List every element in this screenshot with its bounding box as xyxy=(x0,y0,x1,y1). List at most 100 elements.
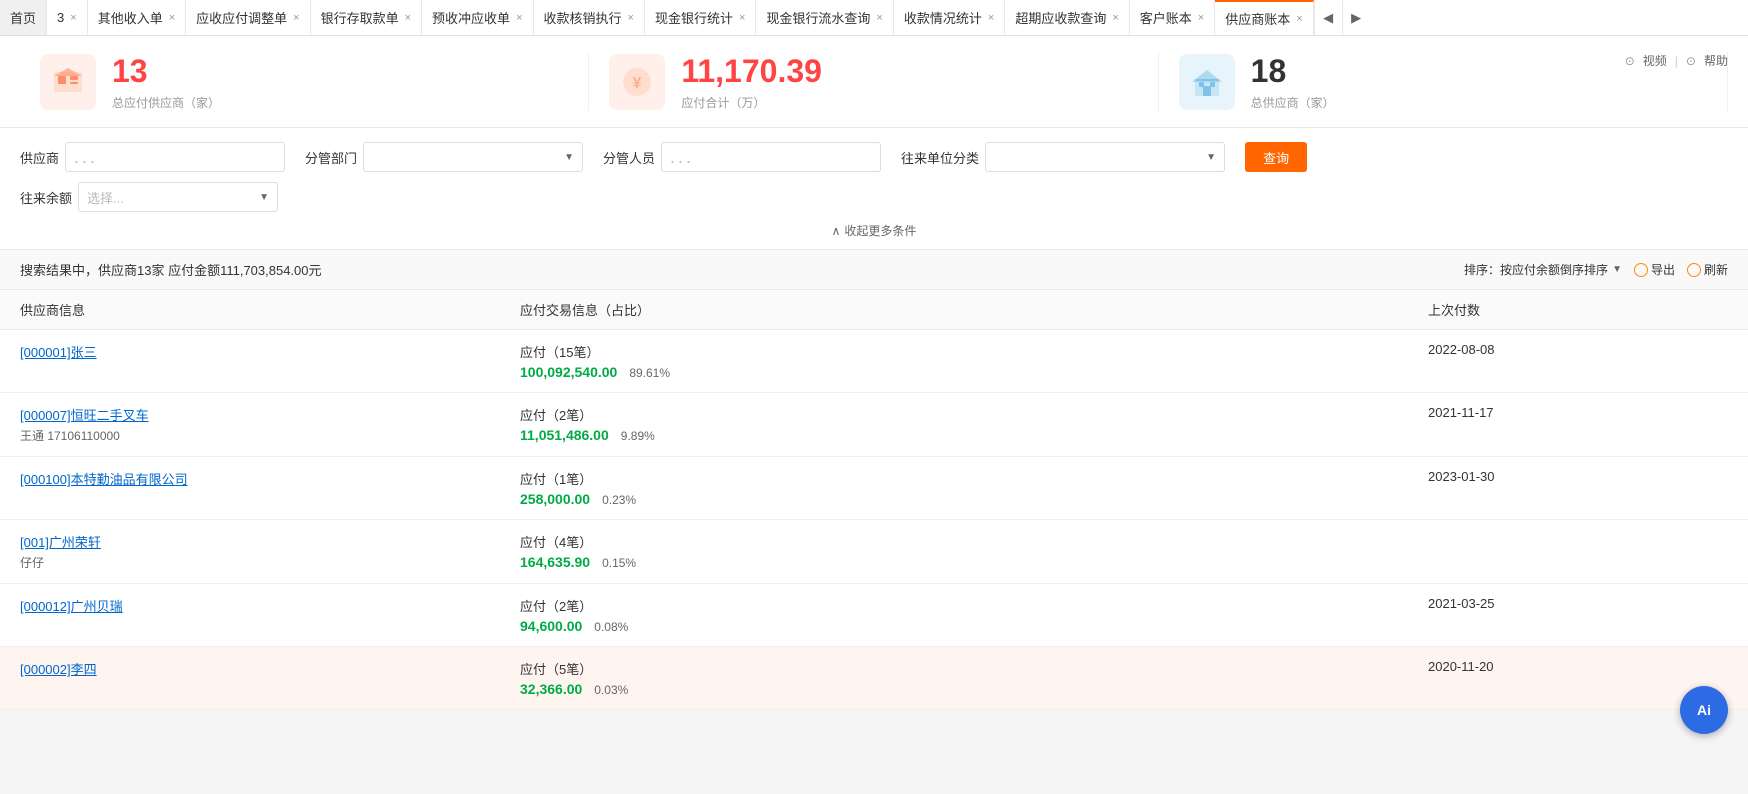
chevron-down-icon: ▼ xyxy=(259,192,269,203)
close-icon[interactable]: × xyxy=(1198,12,1204,24)
person-dots: ... xyxy=(670,147,694,168)
transaction-pct: 9.89% xyxy=(621,429,655,443)
nav-tab-label: 3 xyxy=(57,10,64,25)
close-icon[interactable]: × xyxy=(293,12,299,24)
transaction-cell: 应付（4笔） 164,635.90 0.15% xyxy=(520,532,1428,570)
nav-tab-customer-ledger[interactable]: 客户账本 × xyxy=(1130,0,1215,35)
refresh-label: 刷新 xyxy=(1704,261,1728,278)
balance-select[interactable]: 选择... ▼ xyxy=(78,182,278,212)
filter-section: 供应商 ... 分管部门 ▼ 分管人员 ... 往来单位分类 ▼ 查询 xyxy=(0,128,1748,250)
close-icon[interactable]: × xyxy=(169,12,175,24)
nav-prev-button[interactable]: ◀ xyxy=(1314,0,1342,36)
table-row: [000100]本特勤油品有限公司 应付（1笔） 258,000.00 0.23… xyxy=(0,457,1748,520)
query-button[interactable]: 查询 xyxy=(1245,142,1307,172)
close-icon[interactable]: × xyxy=(516,12,522,24)
summary-card-payable-total: ¥ 11,170.39 应付合计（万） xyxy=(589,52,1158,111)
payable-total-amount: 11,170.39 xyxy=(681,52,822,90)
supplier-link[interactable]: [000002]李四 xyxy=(20,662,97,677)
table-section: 供应商信息 应付交易信息（占比） 上次付数 [000001]张三 应付（15笔）… xyxy=(0,290,1748,710)
nav-tab-label: 其他收入单 xyxy=(98,8,163,27)
transaction-amount: 32,366.00 xyxy=(520,681,582,697)
supplier-info-cell: [000002]李四 xyxy=(20,659,520,678)
last-payment-date: 2023-01-30 xyxy=(1428,469,1495,484)
dept-label: 分管部门 xyxy=(305,148,357,167)
summary-info-total-suppliers: 18 总供应商（家） xyxy=(1251,52,1335,111)
close-icon[interactable]: × xyxy=(739,12,745,24)
nav-tab-label: 收款核销执行 xyxy=(544,8,622,27)
nav-tab-cash-flow-query[interactable]: 现金银行流水查询 × xyxy=(756,0,893,35)
export-button[interactable]: 导出 xyxy=(1634,261,1675,278)
close-icon[interactable]: × xyxy=(405,12,411,24)
nav-tab-supplier-ledger[interactable]: 供应商账本 × xyxy=(1215,0,1313,35)
nav-tab-adjustment[interactable]: 应收应付调整单 × xyxy=(186,0,310,35)
summary-section: 13 总应付供应商（家） ¥ 11,170.39 应付合计（万） xyxy=(0,36,1748,128)
sort-select[interactable]: 排序：按应付余额倒序排序 ▼ xyxy=(1464,261,1622,278)
supplier-link[interactable]: [000007]恒旺二手叉车 xyxy=(20,408,149,423)
table-row: [000012]广州贝瑞 应付（2笔） 94,600.00 0.08% 2021… xyxy=(0,584,1748,647)
balance-placeholder: 选择... xyxy=(87,188,124,207)
supplier-link[interactable]: [000001]张三 xyxy=(20,345,97,360)
transaction-label: 应付（4笔） xyxy=(520,532,1428,551)
close-icon[interactable]: × xyxy=(1112,12,1118,24)
collapse-button[interactable]: ∧ 收起更多条件 xyxy=(832,222,917,239)
last-payment-cell: 2022-08-08 xyxy=(1428,342,1728,357)
close-icon[interactable]: × xyxy=(876,12,882,24)
money-icon: ¥ xyxy=(609,54,665,110)
nav-next-button[interactable]: ▶ xyxy=(1342,0,1370,36)
transaction-row: 258,000.00 0.23% xyxy=(520,488,1428,507)
transaction-cell: 应付（2笔） 11,051,486.00 9.89% xyxy=(520,405,1428,443)
nav-tab-other-income[interactable]: 其他收入单 × xyxy=(88,0,186,35)
supplier-info-cell: [000100]本特勤油品有限公司 xyxy=(20,469,520,488)
supplier-link[interactable]: [001]广州荣轩 xyxy=(20,535,101,550)
results-bar: 搜索结果中，供应商13家 应付金额111,703,854.00元 排序：按应付余… xyxy=(0,250,1748,290)
payable-suppliers-count: 13 xyxy=(112,52,220,90)
close-icon[interactable]: × xyxy=(988,12,994,24)
ai-button[interactable]: Ai xyxy=(1680,686,1728,734)
transaction-row: 32,366.00 0.03% xyxy=(520,678,1428,697)
nav-tab-home[interactable]: 首页 xyxy=(0,0,47,35)
last-payment-cell: 2023-01-30 xyxy=(1428,469,1728,484)
dept-select[interactable]: ▼ xyxy=(363,142,583,172)
supplier-link[interactable]: [000012]广州贝瑞 xyxy=(20,599,123,614)
supplier-info-cell: [000001]张三 xyxy=(20,342,520,361)
close-icon[interactable]: × xyxy=(1296,13,1302,25)
nav-tab-receipt-verify[interactable]: 收款核销执行 × xyxy=(534,0,645,35)
close-icon[interactable]: × xyxy=(70,12,76,24)
sort-label: 排序：按应付余额倒序排序 xyxy=(1464,261,1608,278)
nav-tab-overdue-query[interactable]: 超期应收款查询 × xyxy=(1005,0,1129,35)
nav-tab-cash-bank-stat[interactable]: 现金银行统计 × xyxy=(645,0,756,35)
nav-tab-bank-deposit[interactable]: 银行存取款单 × xyxy=(311,0,422,35)
last-payment-date: 2022-08-08 xyxy=(1428,342,1495,357)
transaction-cell: 应付（15笔） 100,092,540.00 89.61% xyxy=(520,342,1428,380)
results-info: 搜索结果中，供应商13家 应付金额111,703,854.00元 xyxy=(20,260,322,279)
nav-tab-label: 首页 xyxy=(10,8,36,27)
nav-tab-3[interactable]: 3 × xyxy=(47,0,88,35)
transaction-amount: 258,000.00 xyxy=(520,491,590,507)
close-icon[interactable]: × xyxy=(628,12,634,24)
supplier-label: 供应商 xyxy=(20,148,59,167)
category-select[interactable]: ▼ xyxy=(985,142,1225,172)
transaction-pct: 89.61% xyxy=(629,366,670,380)
nav-tab-label: 预收冲应收单 xyxy=(432,8,510,27)
person-input[interactable]: ... xyxy=(661,142,881,172)
last-payment-cell: 2021-03-25 xyxy=(1428,596,1728,611)
help-link[interactable]: 帮助 xyxy=(1704,52,1728,69)
last-payment-date: 2021-11-17 xyxy=(1428,405,1494,420)
nav-tab-advance-offset[interactable]: 预收冲应收单 × xyxy=(422,0,533,35)
nav-tab-label: 收款情况统计 xyxy=(904,8,982,27)
nav-tab-label: 现金银行统计 xyxy=(655,8,733,27)
supplier-link[interactable]: [000100]本特勤油品有限公司 xyxy=(20,472,188,487)
table-row: [000001]张三 应付（15笔） 100,092,540.00 89.61%… xyxy=(0,330,1748,393)
refresh-button[interactable]: 刷新 xyxy=(1687,261,1728,278)
transaction-label: 应付（15笔） xyxy=(520,342,1428,361)
filter-row-1: 供应商 ... 分管部门 ▼ 分管人员 ... 往来单位分类 ▼ 查询 xyxy=(20,142,1728,172)
nav-tab-label: 银行存取款单 xyxy=(321,8,399,27)
supplier-info-cell: [000012]广州贝瑞 xyxy=(20,596,520,615)
transaction-amount: 11,051,486.00 xyxy=(520,427,609,443)
dept-filter: 分管部门 ▼ xyxy=(305,142,583,172)
chevron-up-icon: ∧ xyxy=(832,224,841,238)
supplier-input[interactable]: ... xyxy=(65,142,285,172)
video-link[interactable]: 视频 xyxy=(1643,52,1667,69)
transaction-pct: 0.23% xyxy=(602,493,636,507)
nav-tab-receipt-stat[interactable]: 收款情况统计 × xyxy=(894,0,1005,35)
